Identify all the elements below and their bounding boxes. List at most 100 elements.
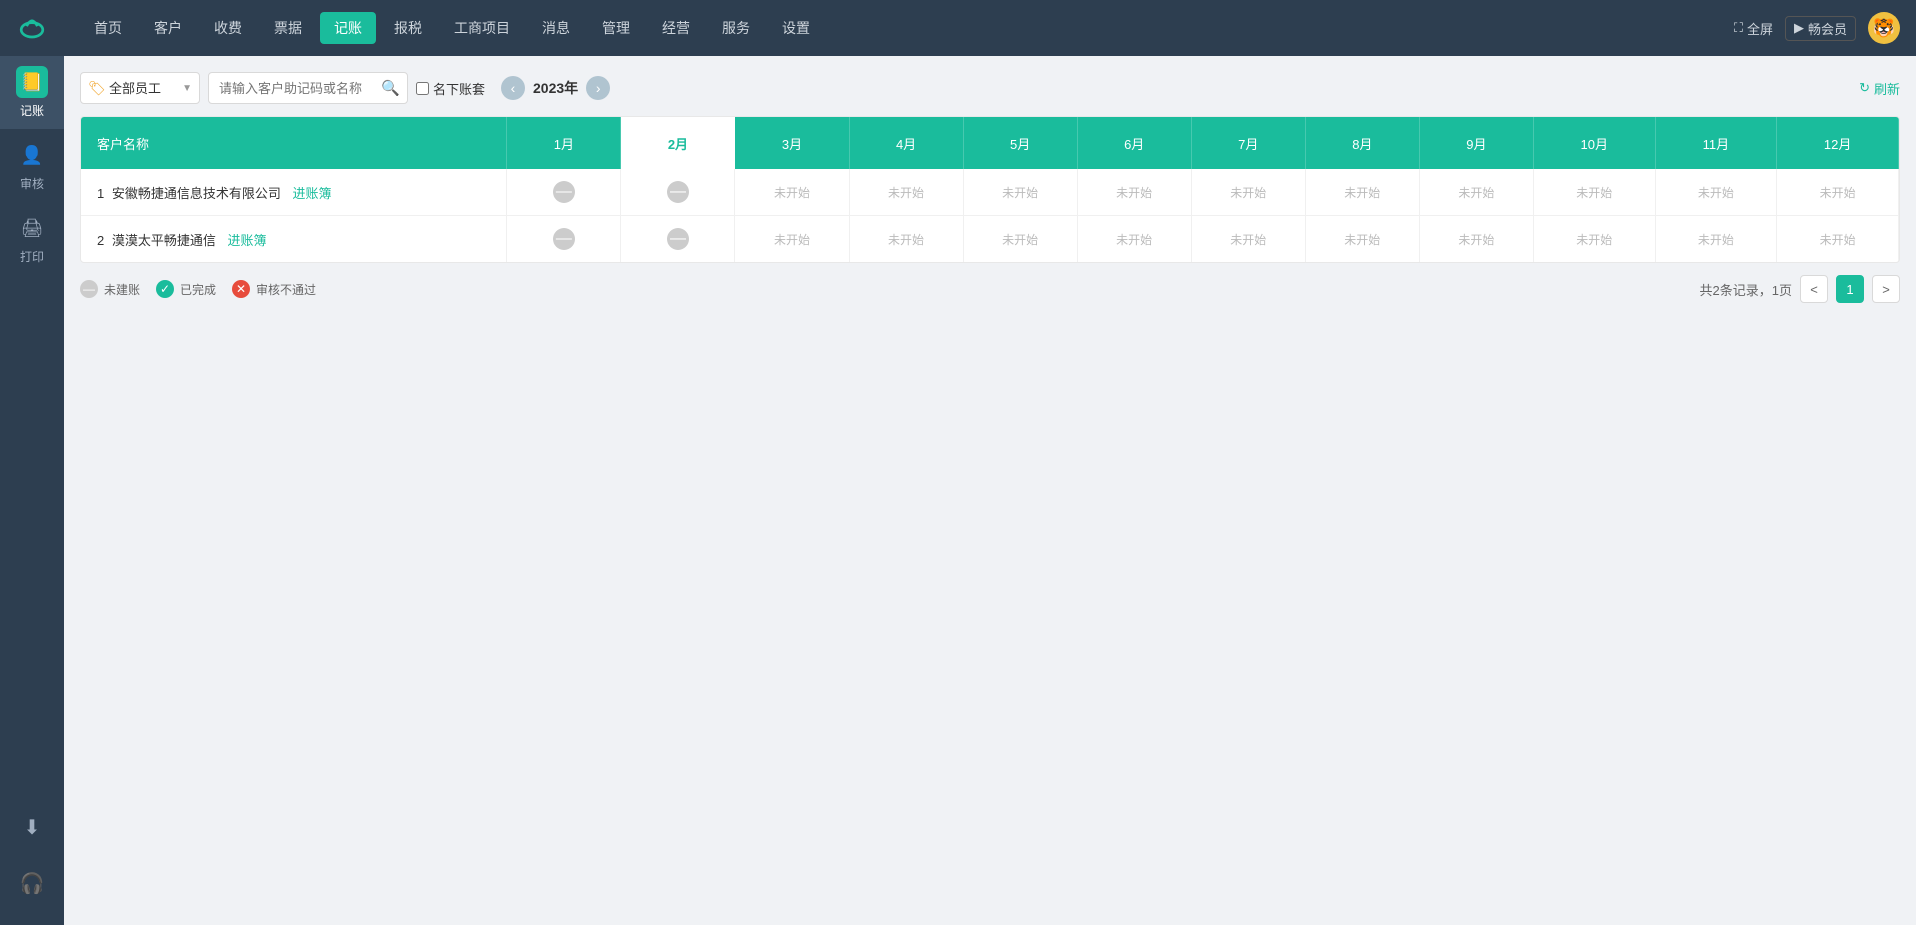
col-feb: 2月 (621, 117, 735, 169)
prev-year-button[interactable]: ‹ (501, 76, 525, 100)
refresh-icon: ↻ (1859, 80, 1870, 96)
nav-manage[interactable]: 管理 (588, 12, 644, 44)
not-started-text: 未开始 (1820, 186, 1856, 200)
month-cell-3: 未开始 (735, 169, 849, 216)
col-client: 客户名称 (81, 117, 507, 169)
nav-home[interactable]: 首页 (80, 12, 136, 44)
prev-page-button[interactable]: < (1800, 275, 1828, 303)
next-year-button[interactable]: › (586, 76, 610, 100)
page-1-button[interactable]: 1 (1836, 275, 1864, 303)
account-table: 客户名称 1月 2月 3月 4月 5月 6月 7月 8月 9月 10月 11月 … (81, 117, 1899, 262)
employee-select[interactable]: 全部员工 (80, 72, 200, 104)
entry-link[interactable]: 进账簿 (228, 233, 267, 248)
sidebar-bottom: ⬇ 🎧 (0, 801, 64, 925)
checkbox-label[interactable]: 名下账套 (416, 79, 485, 98)
not-started-text: 未开始 (1576, 186, 1612, 200)
search-button[interactable]: 🔍 (381, 79, 400, 97)
entry-link[interactable]: 进账簿 (293, 186, 332, 201)
search-input-wrapper: 🔍 (208, 72, 408, 104)
support-icon: 🎧 (16, 867, 48, 899)
vip-button[interactable]: ▶ 畅会员 (1785, 16, 1856, 41)
month-cell-2: — (621, 169, 735, 216)
client-name: 安徽畅捷通信息技术有限公司 (112, 186, 281, 201)
ledger-icon: 📒 (16, 66, 48, 98)
month-cell-2: — (621, 216, 735, 263)
minus-icon: — (553, 181, 575, 203)
sidebar-item-audit-label: 审核 (20, 175, 44, 192)
sidebar-item-ledger[interactable]: 📒 记账 (0, 56, 64, 129)
month-cell-11: 未开始 (1655, 216, 1777, 263)
topnav: 首页 客户 收费 票据 记账 报税 工商项目 消息 管理 经营 服务 设置 ⛶ … (64, 0, 1916, 56)
avatar[interactable]: 🐯 (1868, 12, 1900, 44)
nav-message[interactable]: 消息 (528, 12, 584, 44)
nav-operation[interactable]: 经营 (648, 12, 704, 44)
nav-tax[interactable]: 报税 (380, 12, 436, 44)
nav-ledger[interactable]: 记账 (320, 12, 376, 44)
audit-icon: 👤 (16, 139, 48, 171)
toolbar: 🏷 全部员工 ▼ 🔍 名下账套 ‹ 2023年 › (80, 72, 1900, 104)
not-started-text: 未开始 (1820, 233, 1856, 247)
month-cell-4: 未开始 (849, 216, 963, 263)
sidebar-logo (0, 0, 64, 56)
download-icon: ⬇ (16, 811, 48, 843)
month-cell-10: 未开始 (1533, 169, 1655, 216)
col-jul: 7月 (1191, 117, 1305, 169)
not-started-text: 未开始 (774, 186, 810, 200)
client-cell: 1 安徽畅捷通信息技术有限公司 进账簿 (81, 169, 507, 216)
col-oct: 10月 (1533, 117, 1655, 169)
month-cell-3: 未开始 (735, 216, 849, 263)
client-name: 漠漠太平畅捷通信 (112, 233, 216, 248)
fullscreen-button[interactable]: ⛶ 全屏 (1734, 19, 1773, 38)
month-cell-11: 未开始 (1655, 169, 1777, 216)
month-cell-9: 未开始 (1419, 169, 1533, 216)
account-table-wrap: 客户名称 1月 2月 3月 4月 5月 6月 7月 8月 9月 10月 11月 … (80, 116, 1900, 263)
col-aug: 8月 (1305, 117, 1419, 169)
col-jan: 1月 (507, 117, 621, 169)
nav-service[interactable]: 服务 (708, 12, 764, 44)
sidebar-item-audit[interactable]: 👤 审核 (0, 129, 64, 202)
month-cell-10: 未开始 (1533, 216, 1655, 263)
fullscreen-icon: ⛶ (1734, 20, 1743, 36)
vip-icon: ▶ (1794, 20, 1804, 36)
minus-icon: — (667, 181, 689, 203)
sidebar-item-download[interactable]: ⬇ (0, 801, 64, 853)
legend-dot-teal: ✓ (156, 280, 174, 298)
col-dec: 12月 (1777, 117, 1899, 169)
nav-settings[interactable]: 设置 (768, 12, 824, 44)
month-cell-6: 未开始 (1077, 216, 1191, 263)
legend-dot-grey: — (80, 280, 98, 298)
legend-dot-red: ✕ (232, 280, 250, 298)
year-nav: ‹ 2023年 › (501, 76, 610, 100)
month-cell-5: 未开始 (963, 169, 1077, 216)
employee-select-wrapper: 🏷 全部员工 ▼ (80, 72, 200, 104)
sidebar-item-ledger-label: 记账 (20, 102, 44, 119)
nav-invoice[interactable]: 票据 (260, 12, 316, 44)
nav-client[interactable]: 客户 (140, 12, 196, 44)
month-cell-1: — (507, 216, 621, 263)
not-started-text: 未开始 (1344, 233, 1380, 247)
legend-rejected: ✕ 审核不通过 (232, 280, 316, 298)
not-started-text: 未开始 (1698, 186, 1734, 200)
col-jun: 6月 (1077, 117, 1191, 169)
sidebar-item-print[interactable]: 🖨 打印 (0, 202, 64, 275)
month-cell-4: 未开始 (849, 169, 963, 216)
print-icon: 🖨 (16, 212, 48, 244)
pagination: 共2条记录，1页 < 1 > (1700, 275, 1900, 303)
month-cell-12: 未开始 (1777, 216, 1899, 263)
sidebar-item-support[interactable]: 🎧 (0, 857, 64, 909)
month-cell-9: 未开始 (1419, 216, 1533, 263)
col-apr: 4月 (849, 117, 963, 169)
nav-biz[interactable]: 工商项目 (440, 12, 524, 44)
month-cell-5: 未开始 (963, 216, 1077, 263)
not-started-text: 未开始 (1458, 233, 1494, 247)
table-body: 1 安徽畅捷通信息技术有限公司 进账簿——未开始未开始未开始未开始未开始未开始未… (81, 169, 1899, 262)
month-cell-6: 未开始 (1077, 169, 1191, 216)
year-text: 2023年 (533, 78, 578, 98)
next-page-button[interactable]: > (1872, 275, 1900, 303)
sub-account-checkbox[interactable] (416, 82, 429, 95)
nav-billing[interactable]: 收费 (200, 12, 256, 44)
refresh-button[interactable]: ↻ 刷新 (1859, 79, 1900, 98)
row-index: 2 (97, 233, 104, 248)
search-input[interactable] (208, 72, 408, 104)
col-sep: 9月 (1419, 117, 1533, 169)
